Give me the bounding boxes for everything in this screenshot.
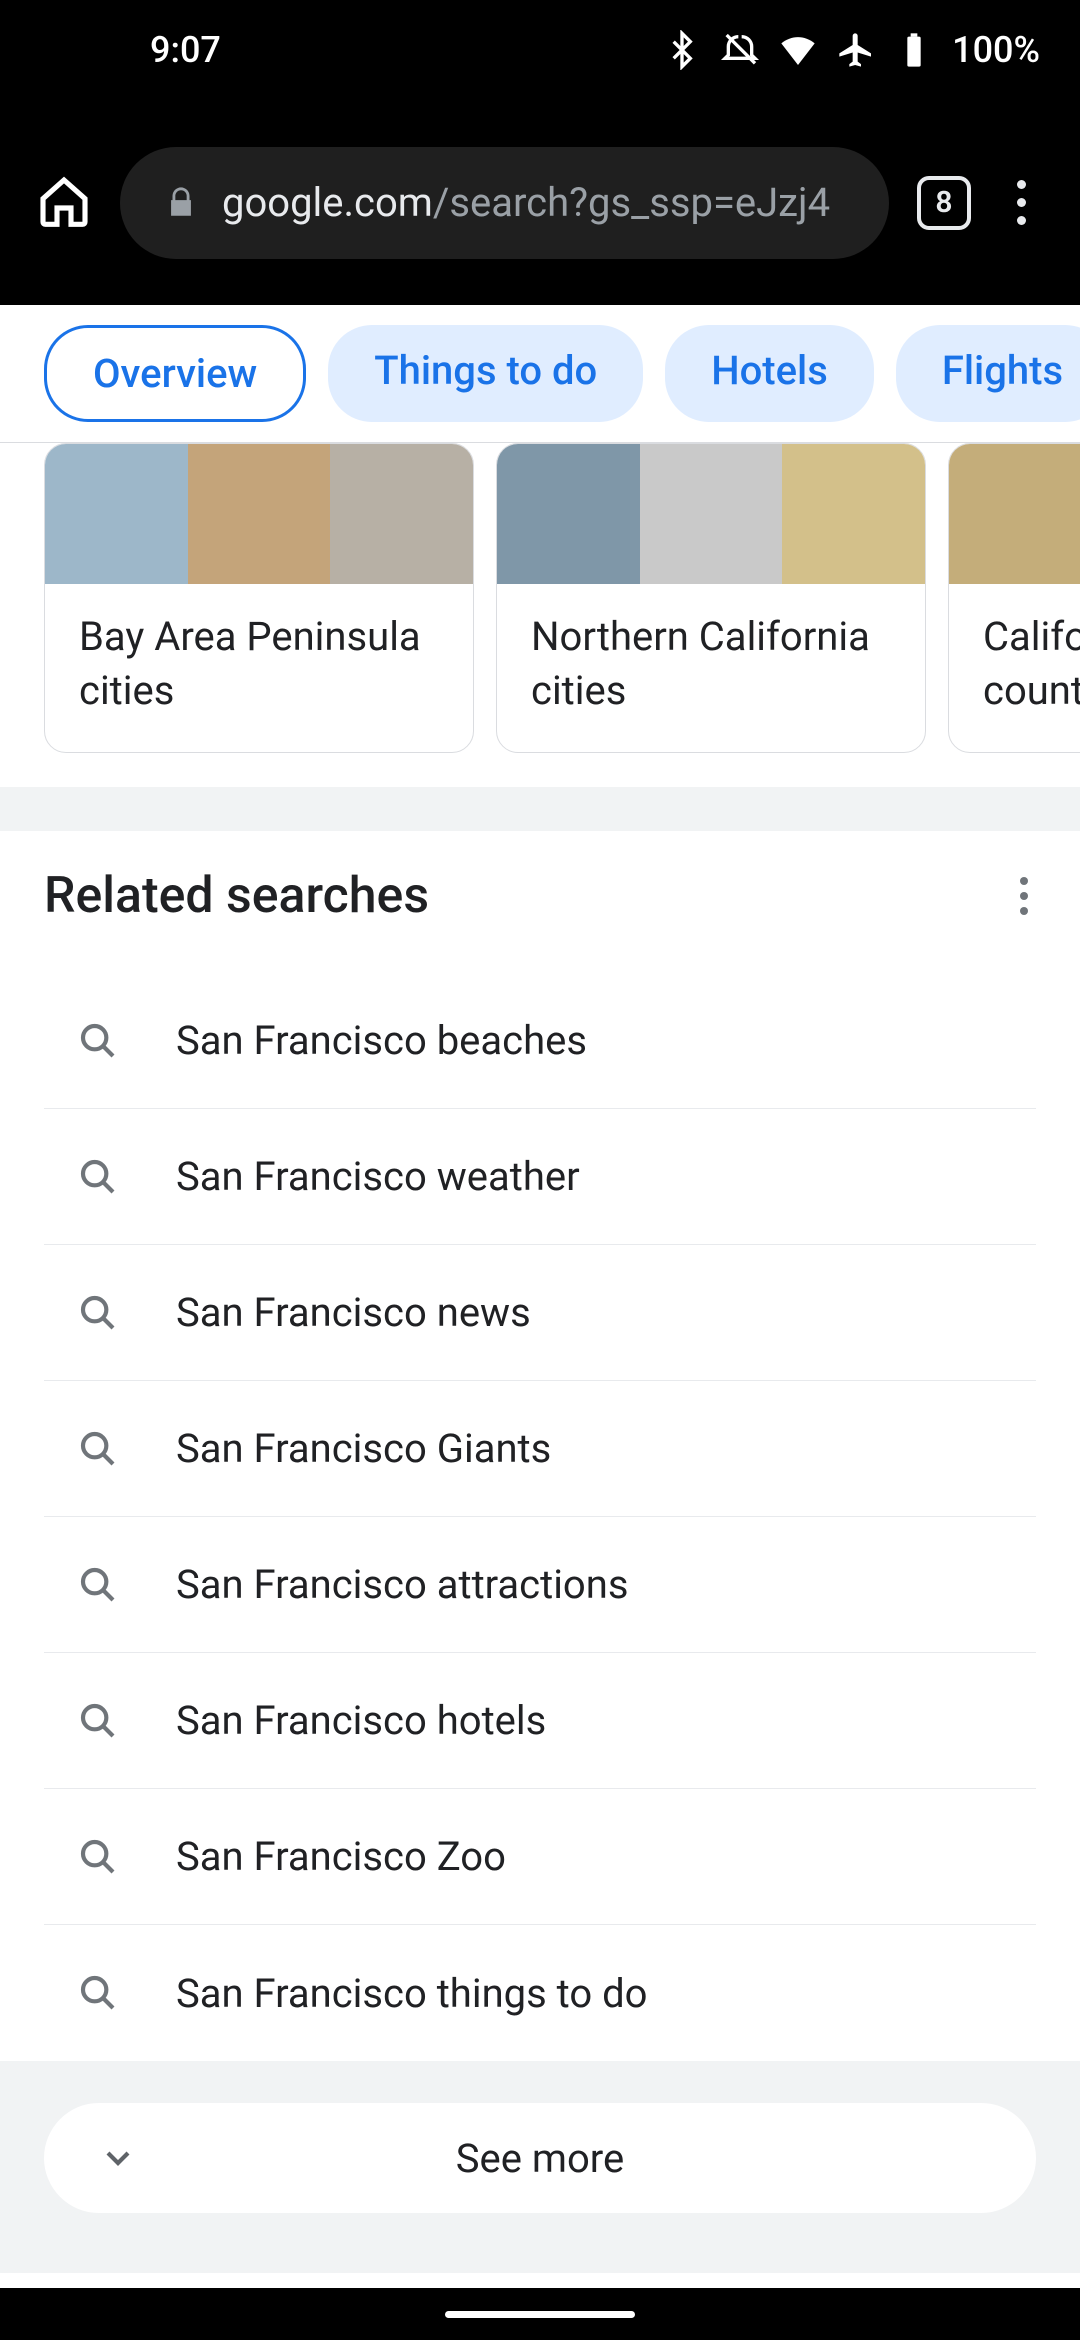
related-search-item[interactable]: San Francisco things to do — [44, 1925, 1036, 2061]
related-search-item[interactable]: San Francisco news — [44, 1245, 1036, 1381]
related-search-item[interactable]: San Francisco Giants — [44, 1381, 1036, 1517]
carousel-card[interactable]: California counties — [948, 443, 1080, 753]
battery-icon — [894, 30, 934, 70]
search-icon — [78, 1837, 118, 1877]
more-icon — [1020, 877, 1028, 885]
card-label: Northern California cities — [497, 584, 925, 752]
thumbnail — [640, 444, 783, 584]
search-icon — [78, 1429, 118, 1469]
category-tabs: Overview Things to do Hotels Flights — [0, 305, 1080, 443]
dnd-icon — [720, 30, 760, 70]
search-icon — [78, 1565, 118, 1605]
tab-flights[interactable]: Flights — [896, 325, 1080, 422]
thumbnail — [330, 444, 473, 584]
related-search-label: San Francisco Zoo — [176, 1833, 506, 1880]
search-icon — [78, 1021, 118, 1061]
related-search-item[interactable]: San Francisco weather — [44, 1109, 1036, 1245]
browser-toolbar: google.com/search?gs_ssp=eJzj4 8 — [0, 100, 1080, 305]
omnibox[interactable]: google.com/search?gs_ssp=eJzj4 — [120, 147, 889, 259]
related-search-label: San Francisco things to do — [176, 1970, 647, 2017]
see-more-button[interactable]: See more — [44, 2103, 1036, 2213]
chevron-down-icon — [98, 2138, 138, 2178]
thumbnail — [45, 444, 188, 584]
see-more-label: See more — [456, 2135, 624, 2182]
omnibox-url: google.com/search?gs_ssp=eJzj4 — [222, 179, 830, 226]
related-search-label: San Francisco attractions — [176, 1561, 628, 1608]
related-search-label: San Francisco news — [176, 1289, 531, 1336]
related-menu-button[interactable] — [1012, 869, 1036, 923]
related-searches-section: Related searches San Francisco beaches S… — [0, 831, 1080, 2061]
tab-overview[interactable]: Overview — [44, 325, 306, 422]
gesture-handle — [445, 2311, 635, 2318]
tab-hotels[interactable]: Hotels — [665, 325, 874, 422]
related-search-item[interactable]: San Francisco Zoo — [44, 1789, 1036, 1925]
search-icon — [78, 1157, 118, 1197]
card-label: California counties — [949, 584, 1080, 752]
card-label: Bay Area Peninsula cities — [45, 584, 473, 752]
related-search-label: San Francisco hotels — [176, 1697, 546, 1744]
home-button[interactable] — [36, 173, 92, 233]
status-icons: 100% — [662, 29, 1040, 71]
status-bar: 9:07 100% — [0, 0, 1080, 100]
related-search-label: San Francisco weather — [176, 1153, 580, 1200]
tab-switcher[interactable]: 8 — [917, 176, 971, 230]
carousel-card[interactable]: Northern California cities — [496, 443, 926, 753]
thumbnail — [782, 444, 925, 584]
lock-icon — [164, 186, 198, 220]
search-icon — [78, 1701, 118, 1741]
system-nav-bar[interactable] — [0, 2288, 1080, 2340]
thumbnail — [497, 444, 640, 584]
battery-percent: 100% — [952, 29, 1040, 71]
related-search-item[interactable]: San Francisco beaches — [44, 973, 1036, 1109]
status-time: 9:07 — [150, 29, 221, 71]
home-icon — [36, 173, 92, 229]
related-search-item[interactable]: San Francisco attractions — [44, 1517, 1036, 1653]
airplane-icon — [836, 30, 876, 70]
thumbnail — [949, 444, 1080, 584]
carousel-card[interactable]: Bay Area Peninsula cities — [44, 443, 474, 753]
related-places-carousel[interactable]: Bay Area Peninsula cities Northern Calif… — [0, 443, 1080, 787]
related-searches-title: Related searches — [44, 867, 429, 925]
browser-menu-button[interactable] — [999, 170, 1044, 235]
more-icon — [1017, 180, 1026, 189]
search-icon — [78, 1293, 118, 1333]
related-search-item[interactable]: San Francisco hotels — [44, 1653, 1036, 1789]
thumbnail — [188, 444, 331, 584]
bluetooth-icon — [662, 30, 702, 70]
related-search-label: San Francisco beaches — [176, 1017, 587, 1064]
wifi-icon — [778, 30, 818, 70]
related-searches-list: San Francisco beaches San Francisco weat… — [44, 973, 1036, 2061]
search-icon — [78, 1973, 118, 2013]
related-search-label: San Francisco Giants — [176, 1425, 551, 1472]
tab-things-to-do[interactable]: Things to do — [328, 325, 643, 422]
